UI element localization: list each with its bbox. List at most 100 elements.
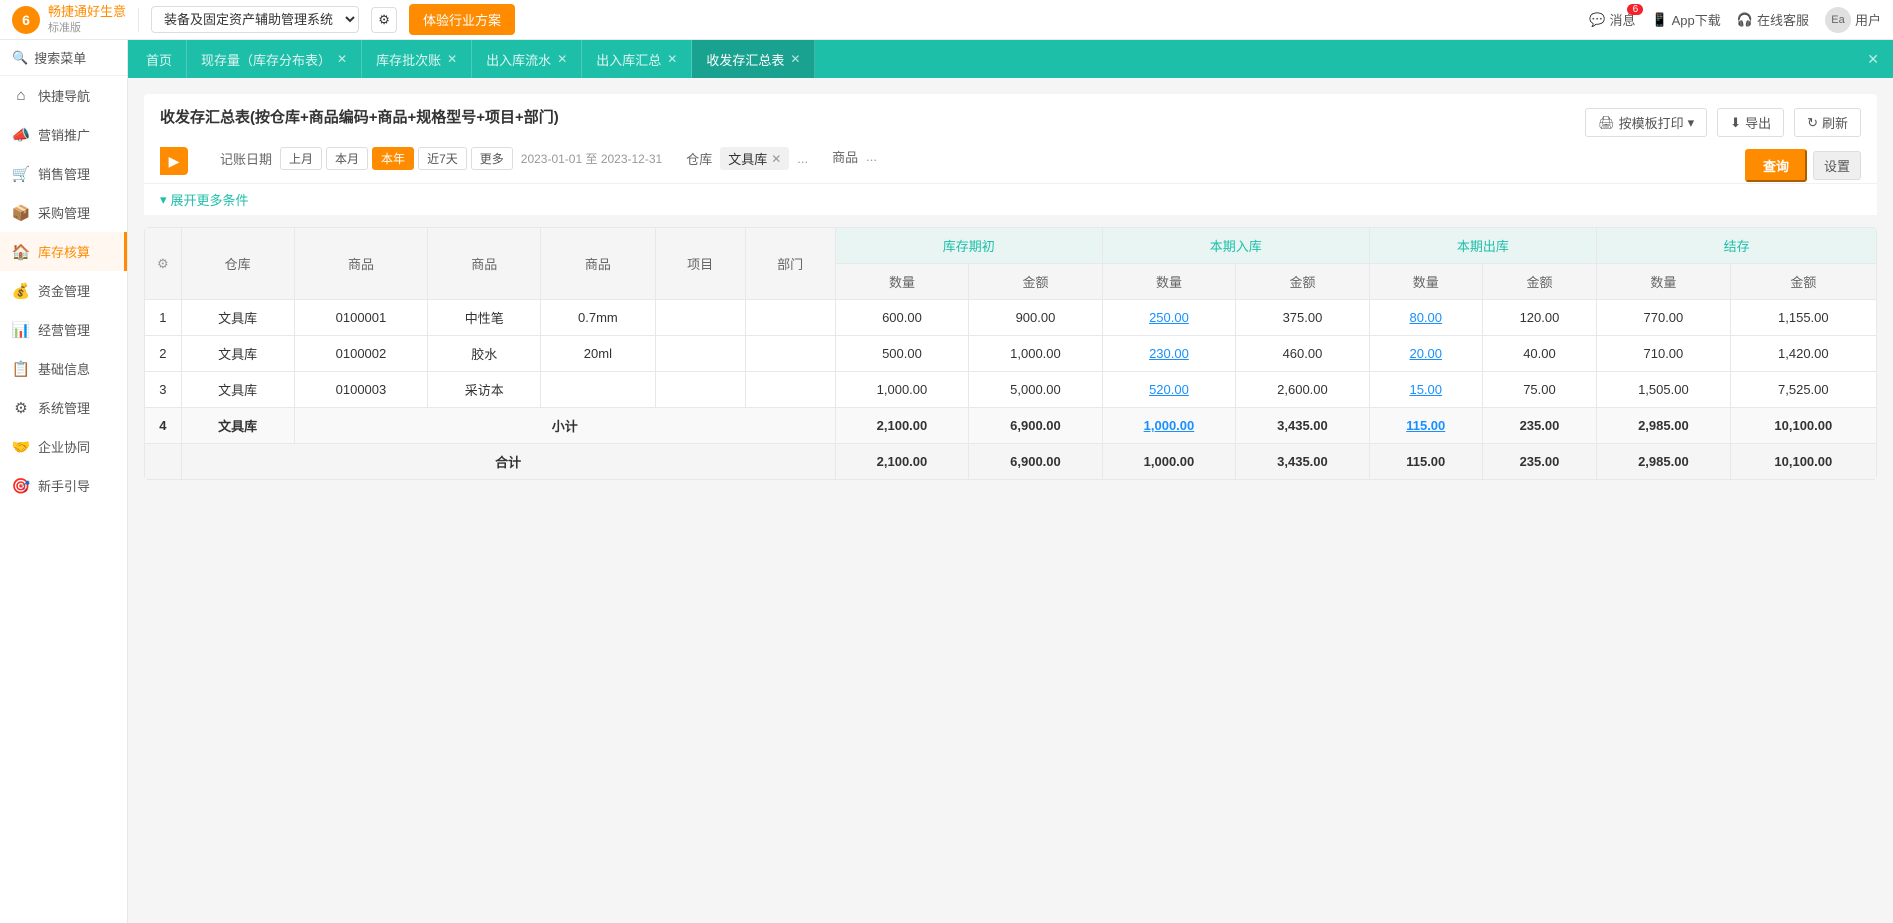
tab-stock-dist[interactable]: 现存量（库存分布表） ✕ [187, 40, 362, 78]
sidebar-item-sales[interactable]: 🛒 销售管理 [0, 154, 127, 193]
date-btn-last-month[interactable]: 上月 [280, 147, 322, 170]
data-table: ⚙ 仓库 商品 商品 商品 项目 部门 库存期初 本期入库 本期出库 [144, 227, 1877, 480]
tab-inout-summary[interactable]: 出入库汇总 ✕ [582, 40, 692, 78]
user-button[interactable]: Ea 用户 [1825, 7, 1881, 33]
header-panel: 收发存汇总表(按仓库+商品编码+商品+规格型号+项目+部门) 🖨 按模板打印 ▾… [144, 94, 1877, 215]
row-name: 中性笔 [428, 300, 541, 336]
row-name: 胶水 [428, 336, 541, 372]
tab-close-inout-summary[interactable]: ✕ [667, 52, 677, 66]
row-open-amt: 5,000.00 [969, 372, 1103, 408]
row-in-qty[interactable]: 520.00 [1102, 372, 1236, 408]
subtotal-row: 4 文具库 小计 2,100.00 6,900.00 1,000.00 3,43… [145, 408, 1877, 444]
guide-icon: 🎯 [12, 477, 30, 495]
search-menu-item[interactable]: 🔍 搜索菜单 [0, 40, 127, 76]
th-out-amt: 金额 [1482, 264, 1596, 300]
date-btn-7days[interactable]: 近7天 [418, 147, 467, 170]
subtotal-out-qty[interactable]: 115.00 [1369, 408, 1482, 444]
tab-close-stock-dist[interactable]: ✕ [337, 52, 347, 66]
purchase-icon: 📦 [12, 204, 30, 222]
row-dept [745, 300, 835, 336]
tab-bar-close-button[interactable]: ✕ [1857, 51, 1889, 68]
trial-button[interactable]: 体验行业方案 [409, 4, 515, 35]
th-group-open: 库存期初 [835, 228, 1102, 264]
sidebar-item-marketing[interactable]: 📣 营销推广 [0, 115, 127, 154]
filter-row: ▶ 记账日期 上月 本月 本年 近7天 更多 2023-01-01 至 [144, 139, 1877, 183]
row-end-qty: 710.00 [1597, 336, 1731, 372]
th-open-amt: 金额 [969, 264, 1103, 300]
th-end-amt: 金额 [1730, 264, 1876, 300]
th-name: 商品 [428, 228, 541, 300]
row-out-qty[interactable]: 80.00 [1369, 300, 1482, 336]
row-in-qty[interactable]: 230.00 [1102, 336, 1236, 372]
message-button[interactable]: 💬 消息 6 [1589, 10, 1635, 29]
total-spacer [145, 444, 182, 480]
sidebar-item-operations[interactable]: 📊 经营管理 [0, 310, 127, 349]
row-out-qty[interactable]: 20.00 [1369, 336, 1482, 372]
top-bar: 6 畅捷通好生意 标准版 装备及固定资产辅助管理系统 ⚙ 体验行业方案 💬 消息… [0, 0, 1893, 40]
row-open-qty: 500.00 [835, 336, 969, 372]
print-button[interactable]: 🖨 按模板打印 ▾ [1585, 108, 1707, 137]
app-container: 6 畅捷通好生意 标准版 装备及固定资产辅助管理系统 ⚙ 体验行业方案 💬 消息… [0, 0, 1893, 923]
sidebar-item-base-info[interactable]: 📋 基础信息 [0, 349, 127, 388]
sidebar-item-guide[interactable]: 🎯 新手引导 [0, 466, 127, 505]
subtotal-in-qty[interactable]: 1,000.00 [1102, 408, 1236, 444]
row-num: 2 [145, 336, 182, 372]
sidebar-item-inventory[interactable]: 🏠 库存核算 [0, 232, 127, 271]
row-spec: 20ml [541, 336, 655, 372]
date-btn-more[interactable]: 更多 [471, 147, 513, 170]
warehouse-more-options[interactable]: ... [797, 151, 808, 166]
sidebar-item-collab[interactable]: 🤝 企业协同 [0, 427, 127, 466]
marketing-icon: 📣 [12, 126, 30, 144]
system-selector[interactable]: 装备及固定资产辅助管理系统 [151, 6, 359, 33]
total-in-qty: 1,000.00 [1102, 444, 1236, 480]
row-out-qty[interactable]: 15.00 [1369, 372, 1482, 408]
row-code: 0100002 [294, 336, 428, 372]
row-project [655, 372, 745, 408]
date-filter-label: 记账日期 [220, 149, 272, 168]
row-in-qty[interactable]: 250.00 [1102, 300, 1236, 336]
row-end-amt: 1,155.00 [1730, 300, 1876, 336]
date-btn-this-month[interactable]: 本月 [326, 147, 368, 170]
sidebar-item-system[interactable]: ⚙ 系统管理 [0, 388, 127, 427]
online-service-button[interactable]: 🎧 在线客服 [1737, 10, 1809, 29]
sidebar-item-finance[interactable]: 💰 资金管理 [0, 271, 127, 310]
th-in-qty: 数量 [1102, 264, 1236, 300]
total-open-amt: 6,900.00 [969, 444, 1103, 480]
export-button[interactable]: ⬇ 导出 [1717, 108, 1784, 137]
top-actions: 💬 消息 6 📱 App下载 🎧 在线客服 Ea 用户 [1589, 7, 1881, 33]
tab-recv-summary[interactable]: 收发存汇总表 ✕ [692, 40, 815, 78]
sidebar-item-quick-nav[interactable]: ⌂ 快捷导航 [0, 76, 127, 115]
table-gear-icon[interactable]: ⚙ [157, 256, 169, 271]
filter-toggle[interactable]: ▶ [160, 147, 188, 175]
row-in-amt: 375.00 [1236, 300, 1370, 336]
tab-home[interactable]: 首页 [132, 40, 187, 78]
expand-conditions-button[interactable]: ▾ 展开更多条件 [144, 183, 1877, 215]
table-row: 1 文具库 0100001 中性笔 0.7mm 600.00 900.00 25… [145, 300, 1877, 336]
inventory-icon: 🏠 [12, 243, 30, 261]
tab-batch[interactable]: 库存批次账 ✕ [362, 40, 472, 78]
search-icon: 🔍 [12, 50, 28, 66]
date-btn-this-year[interactable]: 本年 [372, 147, 414, 170]
subtotal-warehouse: 文具库 [181, 408, 294, 444]
row-end-amt: 1,420.00 [1730, 336, 1876, 372]
home-icon: ⌂ [12, 87, 30, 105]
th-group-in: 本期入库 [1102, 228, 1369, 264]
app-download-button[interactable]: 📱 App下载 [1651, 10, 1720, 29]
query-button[interactable]: 查询 [1745, 149, 1807, 182]
sidebar-item-purchase[interactable]: 📦 采购管理 [0, 193, 127, 232]
subtotal-num: 4 [145, 408, 182, 444]
tab-close-batch[interactable]: ✕ [447, 52, 457, 66]
column-settings-button[interactable]: 设置 [1813, 151, 1861, 180]
warehouse-tag-close[interactable]: ✕ [771, 152, 781, 166]
tab-inout-flow[interactable]: 出入库流水 ✕ [472, 40, 582, 78]
row-dept [745, 336, 835, 372]
tab-close-inout-flow[interactable]: ✕ [557, 52, 567, 66]
logo-icon: 6 [12, 6, 40, 34]
goods-more-options[interactable]: ... [866, 149, 877, 164]
total-end-qty: 2,985.00 [1597, 444, 1731, 480]
row-in-amt: 2,600.00 [1236, 372, 1370, 408]
settings-icon[interactable]: ⚙ [371, 7, 397, 33]
refresh-button[interactable]: ↻ 刷新 [1794, 108, 1861, 137]
row-out-amt: 40.00 [1482, 336, 1596, 372]
tab-close-recv-summary[interactable]: ✕ [790, 52, 800, 66]
